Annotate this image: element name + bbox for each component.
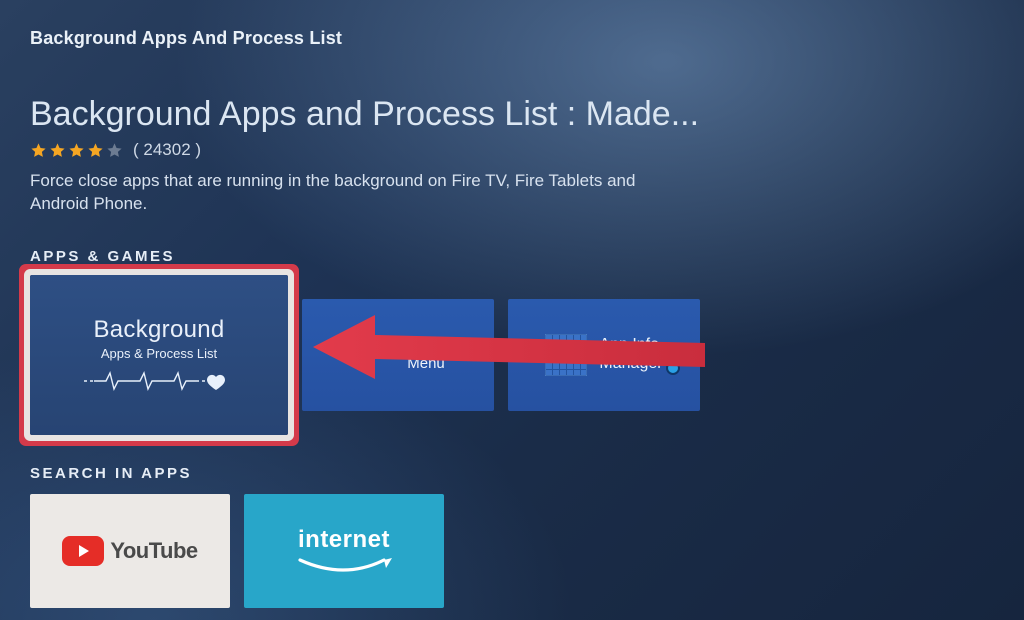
rating-count: ( 24302 )	[133, 140, 201, 160]
star-icon	[49, 142, 66, 159]
section-heading-apps-games: APPS & GAMES	[30, 248, 994, 265]
breadcrumb: Background Apps And Process List	[30, 28, 994, 49]
amazon-smile-icon	[296, 556, 392, 576]
star-icon	[68, 142, 85, 159]
app-grid-icon	[545, 334, 587, 376]
heart-icon	[207, 375, 225, 390]
tile-label: App Info Manager	[599, 336, 662, 373]
rating-stars	[30, 142, 123, 159]
tile-label: internet	[298, 526, 390, 554]
tile-subtitle: Apps & Process List	[101, 346, 217, 361]
star-icon	[87, 142, 104, 159]
app-tile-app-info-manager[interactable]: App Info Manager	[508, 299, 700, 411]
tile-label: Developer Tools Menu	[302, 337, 494, 373]
app-tile-youtube[interactable]: YouTube	[30, 494, 230, 608]
youtube-icon	[62, 536, 104, 566]
section-heading-search-in-apps: SEARCH IN APPS	[30, 465, 994, 482]
app-tile-internet[interactable]: internet	[244, 494, 444, 608]
app-tile-background-apps[interactable]: Background Apps & Process List	[30, 275, 288, 435]
rating-row: ( 24302 )	[30, 140, 994, 160]
tile-title: Background	[93, 316, 224, 344]
heartbeat-icon	[84, 369, 234, 393]
app-description: Force close apps that are running in the…	[30, 170, 640, 216]
tile-label: YouTube	[110, 538, 197, 564]
page-title: Background Apps and Process List : Made.…	[30, 95, 994, 134]
star-icon	[106, 142, 123, 159]
star-icon	[30, 142, 47, 159]
app-tile-developer-tools-menu[interactable]: Developer Tools Menu	[302, 299, 494, 411]
pin-icon	[666, 361, 680, 375]
search-in-apps-row: YouTube internet	[30, 494, 994, 608]
apps-games-row: Background Apps & Process List Developer…	[30, 275, 994, 435]
